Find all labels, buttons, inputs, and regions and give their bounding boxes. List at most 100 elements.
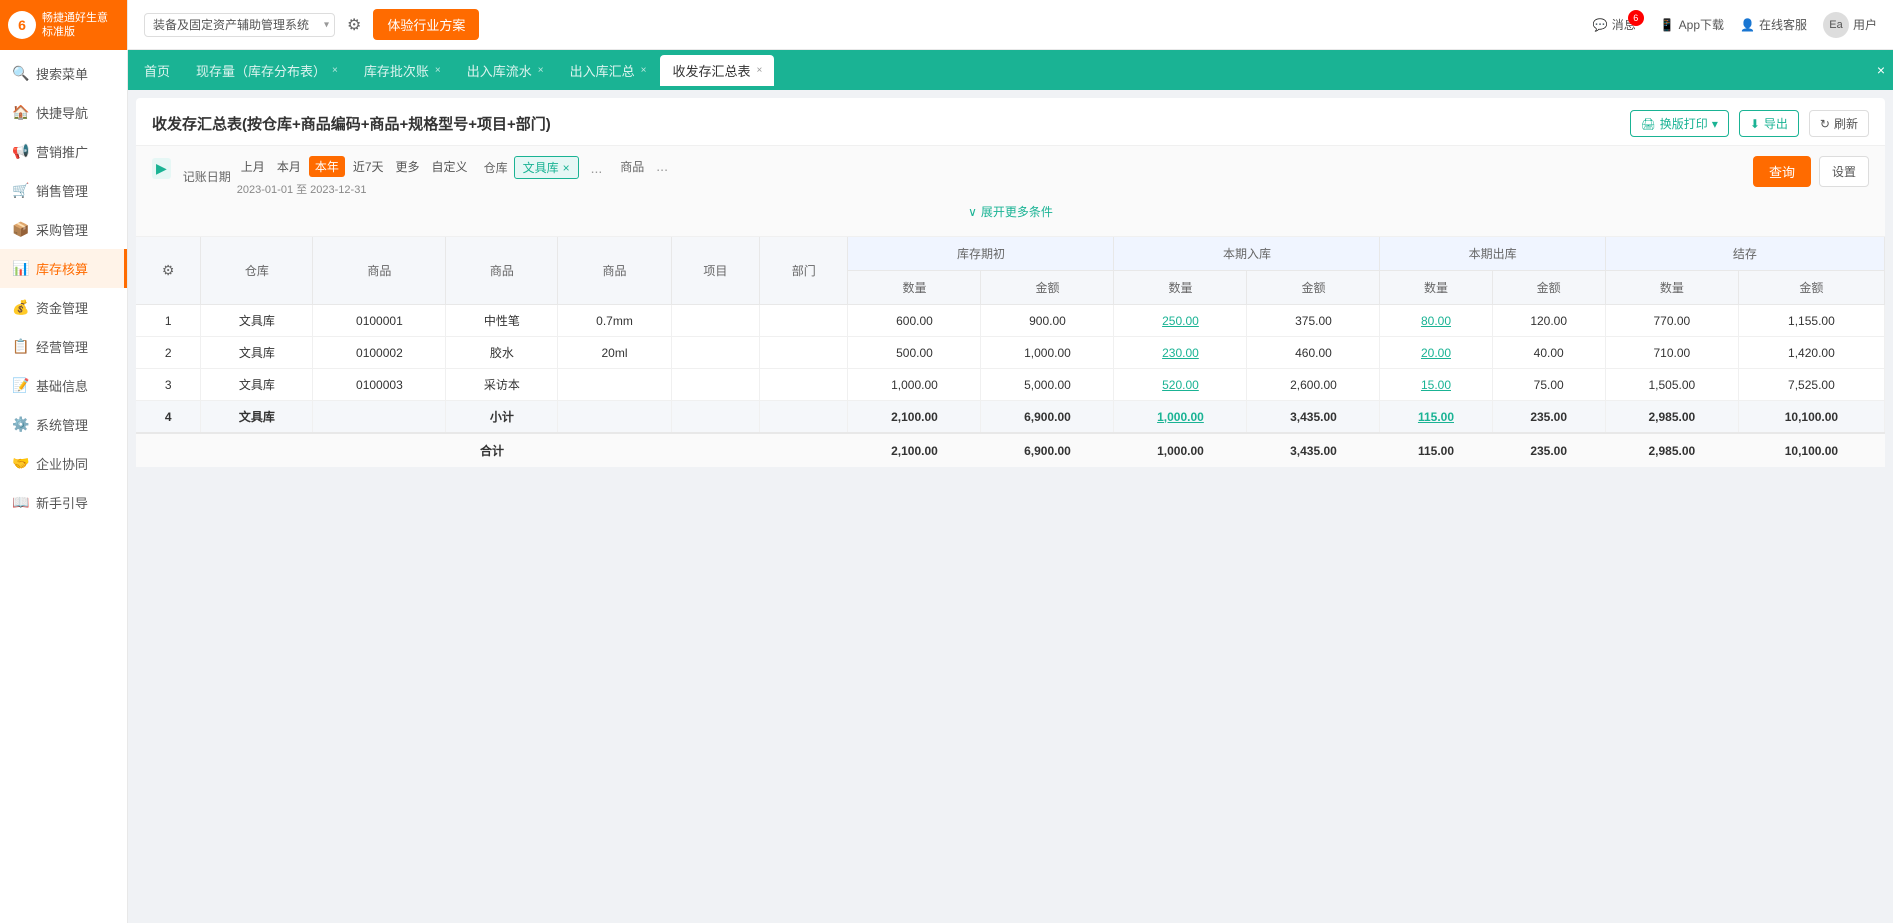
footer-open-amt: 6,900.00 xyxy=(981,433,1114,467)
in-qty-link[interactable]: 250.00 xyxy=(1162,314,1199,328)
row-index: 2 xyxy=(136,337,201,369)
export-button[interactable]: ⬇ 导出 xyxy=(1739,110,1799,137)
row-bal-qty: 2,985.00 xyxy=(1605,401,1738,434)
main-area: 装备及固定资产辅助管理系统 ⚙ 体验行业方案 💬 消息 6 📱 App下载 👤 … xyxy=(128,0,1893,923)
footer-in-amt: 3,435.00 xyxy=(1247,433,1380,467)
nav-label-stock: 库存核算 xyxy=(36,259,88,278)
col-in-qty-header: 数量 xyxy=(1114,271,1247,305)
footer-bal-amt: 10,100.00 xyxy=(1738,433,1884,467)
online-service-item[interactable]: 👤 在线客服 xyxy=(1740,16,1807,33)
date-btn-7days[interactable]: 近7天 xyxy=(349,156,388,177)
system-select[interactable]: 装备及固定资产辅助管理系统 xyxy=(144,13,335,37)
online-service-label: 在线客服 xyxy=(1759,16,1807,33)
sidebar-item-quick[interactable]: 🏠快捷导航 xyxy=(0,93,127,132)
nav-label-purchase: 采购管理 xyxy=(36,220,88,239)
sidebar-nav: 🔍搜索菜单🏠快捷导航📢营销推广🛒销售管理📦采购管理📊库存核算💰资金管理 📋 经营管理… xyxy=(0,50,127,923)
table-row: 3 文具库 0100003 采访本 1,000.00 5,000.00 520.… xyxy=(136,369,1885,401)
tab-stock-dist[interactable]: 现存量（库存分布表）× xyxy=(184,55,350,86)
row-open-qty: 2,100.00 xyxy=(848,401,981,434)
col-in-header: 本期入库 xyxy=(1114,237,1380,271)
in-qty-link[interactable]: 520.00 xyxy=(1162,378,1199,392)
nav-icon-sales: 🛒 xyxy=(12,182,30,199)
gear-icon[interactable]: ⚙ xyxy=(162,262,175,278)
warehouse-ellipsis[interactable]: ... xyxy=(585,158,609,178)
sidebar-item-stock[interactable]: 📊库存核算 xyxy=(0,249,127,288)
sidebar-item-system[interactable]: ⚙️系统管理 xyxy=(0,405,127,444)
date-btn-custom[interactable]: 自定义 xyxy=(428,156,472,177)
tab-inout-flow[interactable]: 出入库流水× xyxy=(455,55,556,86)
tabs-close-all[interactable]: × xyxy=(1877,62,1885,78)
date-btn-more[interactable]: 更多 xyxy=(392,156,424,177)
nav-label-search: 搜索菜单 xyxy=(36,64,88,83)
app-download-item[interactable]: 📱 App下载 xyxy=(1660,16,1724,33)
nav-icon-guide: 📖 xyxy=(12,494,30,511)
date-btn-year[interactable]: 本年 xyxy=(309,156,345,177)
settings-icon[interactable]: ⚙ xyxy=(347,15,361,35)
in-qty-link[interactable]: 1,000.00 xyxy=(1157,410,1204,424)
in-qty-link[interactable]: 230.00 xyxy=(1162,346,1199,360)
out-qty-link[interactable]: 15.00 xyxy=(1421,378,1451,392)
row-in-qty: 250.00 xyxy=(1114,305,1247,337)
sidebar-item-sales[interactable]: 🛒销售管理 xyxy=(0,171,127,210)
nav-label-operations: 经营管理 xyxy=(36,337,88,356)
expand-more-btn[interactable]: ∨ 展开更多条件 xyxy=(968,203,1053,220)
tab-inout-summary[interactable]: 出入库汇总 × xyxy=(558,55,659,86)
date-label: 记账日期 xyxy=(183,168,231,185)
sidebar-item-finance[interactable]: 💰资金管理 xyxy=(0,288,127,327)
date-btn-cur-month[interactable]: 本月 xyxy=(273,156,305,177)
col-open-amt-header: 金额 xyxy=(981,271,1114,305)
row-bal-amt: 1,155.00 xyxy=(1738,305,1884,337)
col-name-header: 商品 xyxy=(446,237,558,305)
page-title: 收发存汇总表(按仓库+商品编码+商品+规格型号+项目+部门) xyxy=(152,113,551,134)
tab-home[interactable]: 首页 xyxy=(132,55,182,86)
tab-close-stock-dist[interactable]: × xyxy=(332,65,338,76)
row-in-amt: 3,435.00 xyxy=(1247,401,1380,434)
footer-out-amt: 235.00 xyxy=(1492,433,1605,467)
col-spec-header: 商品 xyxy=(558,237,671,305)
tab-close-batch[interactable]: × xyxy=(435,65,441,76)
warehouse-label: 仓库 xyxy=(484,159,508,176)
row-out-qty: 115.00 xyxy=(1380,401,1492,434)
sidebar-item-search[interactable]: 🔍搜索菜单 xyxy=(0,54,127,93)
sidebar-item-basic[interactable]: 📝基础信息 xyxy=(0,366,127,405)
message-item[interactable]: 💬 消息 6 xyxy=(1593,16,1636,33)
print-button[interactable]: 🖨 换版打印 ▾ xyxy=(1630,110,1729,137)
footer-open-qty: 2,100.00 xyxy=(848,433,981,467)
refresh-button[interactable]: ↻ 刷新 xyxy=(1809,110,1869,137)
system-select-wrap: 装备及固定资产辅助管理系统 xyxy=(144,13,335,37)
experience-button[interactable]: 体验行业方案 xyxy=(373,9,479,40)
goods-ellipsis[interactable]: ... xyxy=(650,156,674,176)
out-qty-link[interactable]: 115.00 xyxy=(1418,410,1454,424)
tab-close-inout-flow[interactable]: × xyxy=(538,65,544,76)
filter-expand-arrow[interactable]: ▶ xyxy=(152,158,171,179)
warehouse-remove-icon[interactable]: × xyxy=(563,161,570,175)
sidebar-item-enterprise[interactable]: 🤝企业协同 xyxy=(0,444,127,483)
user-label: 用户 xyxy=(1853,16,1877,33)
sidebar-item-operations[interactable]: 📋 经营管理 xyxy=(0,327,127,366)
footer-label: 合计 xyxy=(136,433,848,467)
setting-button[interactable]: 设置 xyxy=(1819,156,1869,187)
nav-icon-operations: 📋 xyxy=(12,338,30,355)
sidebar-item-purchase[interactable]: 📦采购管理 xyxy=(0,210,127,249)
nav-icon-finance: 💰 xyxy=(12,299,30,316)
tab-label-inout-summary: 出入库汇总 xyxy=(570,61,635,80)
row-project xyxy=(671,401,759,434)
out-qty-link[interactable]: 20.00 xyxy=(1421,346,1451,360)
sidebar-item-guide[interactable]: 📖新手引导 xyxy=(0,483,127,522)
out-qty-link[interactable]: 80.00 xyxy=(1421,314,1451,328)
date-btn-last-month[interactable]: 上月 xyxy=(237,156,269,177)
row-open-amt: 5,000.00 xyxy=(981,369,1114,401)
nav-icon-enterprise: 🤝 xyxy=(12,455,30,472)
tab-close-inout-summary[interactable]: × xyxy=(641,65,647,76)
phone-icon: 📱 xyxy=(1660,18,1675,32)
query-button[interactable]: 查询 xyxy=(1753,156,1811,187)
warehouse-tag[interactable]: 文具库 × xyxy=(514,156,579,179)
tab-batch[interactable]: 库存批次账× xyxy=(352,55,453,86)
tab-recv-send[interactable]: 收发存汇总表× xyxy=(660,55,774,86)
tab-close-recv-send[interactable]: × xyxy=(756,65,762,76)
footer-out-qty: 115.00 xyxy=(1380,433,1492,467)
user-item[interactable]: Ea 用户 xyxy=(1823,12,1877,38)
row-bal-qty: 710.00 xyxy=(1605,337,1738,369)
row-open-qty: 600.00 xyxy=(848,305,981,337)
sidebar-item-marketing[interactable]: 📢营销推广 xyxy=(0,132,127,171)
